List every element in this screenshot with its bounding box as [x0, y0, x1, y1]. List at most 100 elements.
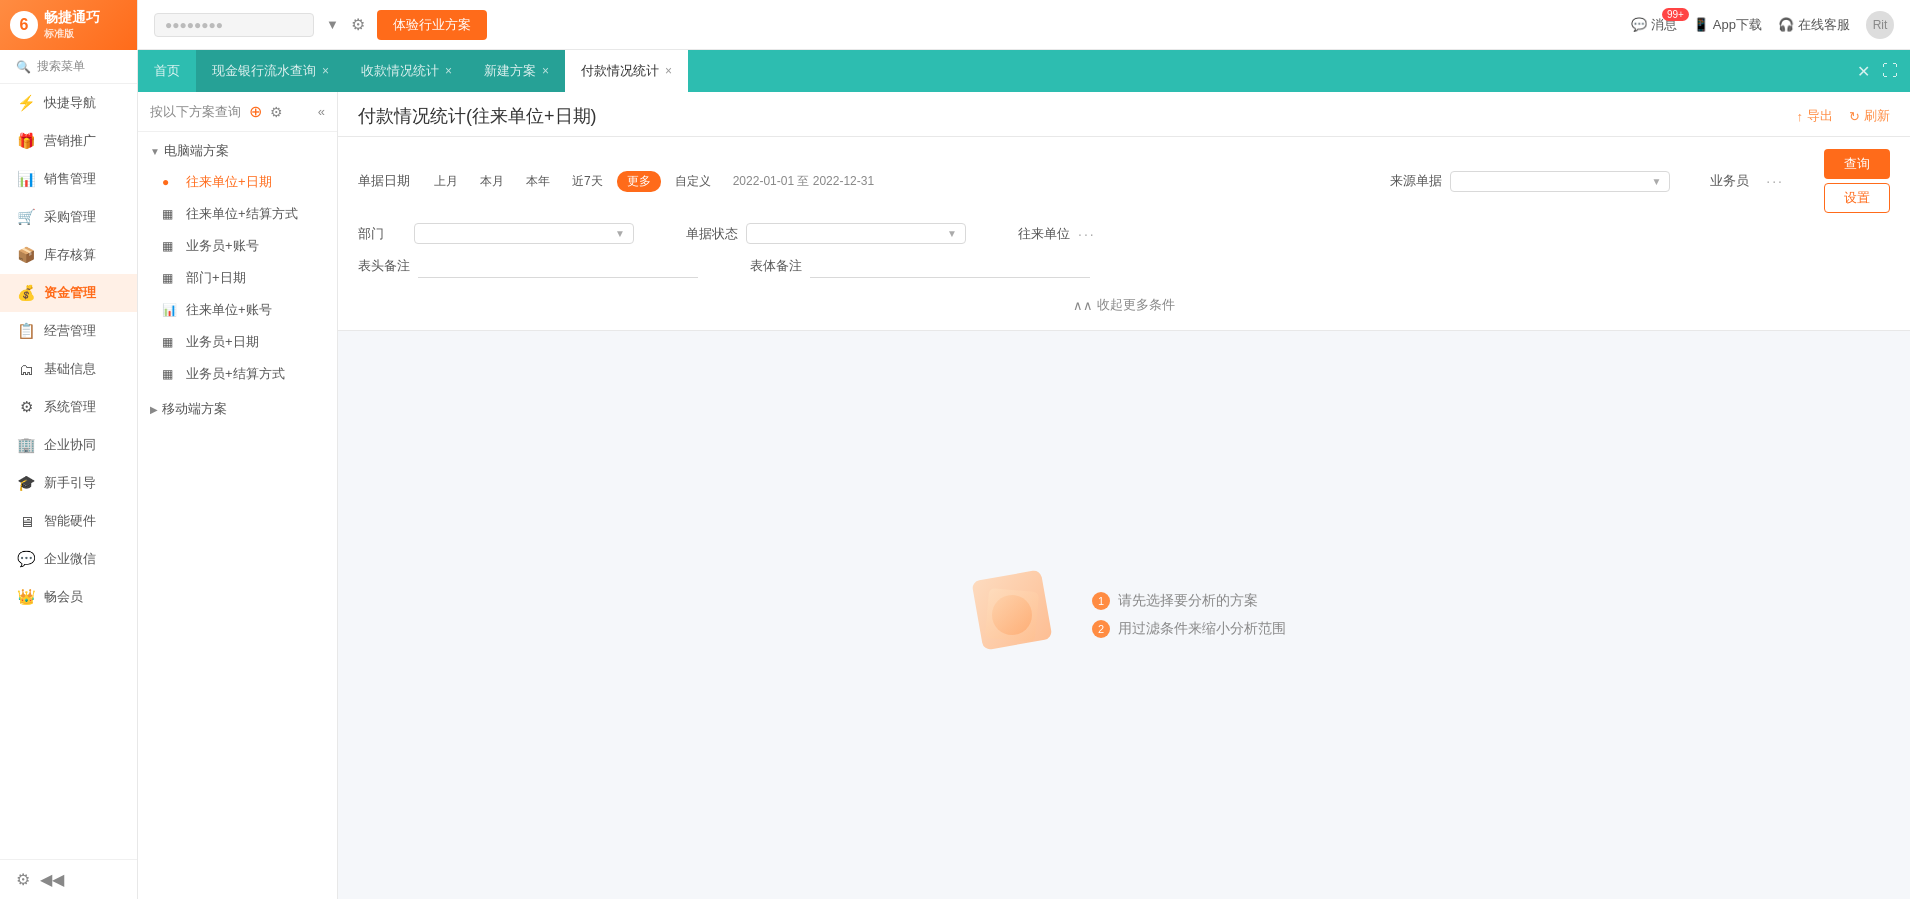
body-remark-input[interactable]: [810, 254, 1090, 278]
system-icon: ⚙: [16, 398, 36, 416]
date-range-display: 2022-01-01 至 2022-12-31: [733, 173, 874, 190]
date-pill-last-month[interactable]: 上月: [426, 171, 466, 192]
sidebar-item-sales[interactable]: 📊 销售管理: [0, 160, 137, 198]
app-download-button[interactable]: 📱 App下载: [1693, 16, 1762, 34]
service-button[interactable]: 🎧 在线客服: [1778, 16, 1850, 34]
sidebar-bottom: ⚙ ◀◀: [0, 859, 137, 899]
user-avatar[interactable]: Rit: [1866, 11, 1894, 39]
page-actions: ↑ 导出 ↻ 刷新: [1797, 107, 1891, 125]
date-pill-7days[interactable]: 近7天: [564, 171, 611, 192]
voucher-status-filter: 单据状态 ▼: [686, 223, 966, 244]
trial-button[interactable]: 体验行业方案: [377, 10, 487, 40]
tab-home[interactable]: 首页: [138, 50, 196, 92]
header-remark-input[interactable]: [418, 254, 698, 278]
tab-payment-stat-close[interactable]: ×: [445, 64, 452, 78]
sidebar-item-enterprise[interactable]: 🏢 企业协同: [0, 426, 137, 464]
dropdown-icon[interactable]: ▼: [326, 17, 339, 32]
refresh-button[interactable]: ↻ 刷新: [1849, 107, 1890, 125]
tab-new-schema-close[interactable]: ×: [542, 64, 549, 78]
sidebar-item-guide[interactable]: 🎓 新手引导: [0, 464, 137, 502]
search-label: 搜索菜单: [37, 58, 85, 75]
sidebar-item-inventory[interactable]: 📦 库存核算: [0, 236, 137, 274]
address-bar[interactable]: ●●●●●●●●: [154, 13, 314, 37]
schema-settings-icon[interactable]: ⚙: [270, 104, 283, 120]
tab-bank-flow[interactable]: 现金银行流水查询 ×: [196, 50, 345, 92]
tab-payment-stat-label: 收款情况统计: [361, 62, 439, 80]
member-icon: 👑: [16, 588, 36, 606]
inventory-icon: 📦: [16, 246, 36, 264]
operation-icon: 📋: [16, 322, 36, 340]
voucher-status-select[interactable]: ▼: [746, 223, 966, 244]
tab-pay-stat[interactable]: 付款情况统计 ×: [565, 50, 688, 92]
dept-select[interactable]: ▼: [414, 223, 634, 244]
date-pill-this-year[interactable]: 本年: [518, 171, 558, 192]
quick-nav-icon: ⚡: [16, 94, 36, 112]
sidebar-item-smart-hw[interactable]: 🖥 智能硬件: [0, 502, 137, 540]
sidebar-item-quick-nav[interactable]: ⚡ 快捷导航: [0, 84, 137, 122]
service-label: 在线客服: [1798, 16, 1850, 34]
tab-fullscreen-icon[interactable]: ⛶: [1882, 62, 1898, 80]
voucher-status-dropdown-icon: ▼: [947, 228, 957, 239]
panel-collapse-btn[interactable]: «: [318, 104, 325, 119]
filter-row-3: 表头备注 表体备注: [358, 254, 1890, 278]
settings-button[interactable]: 设置: [1824, 183, 1890, 213]
query-button[interactable]: 查询: [1824, 149, 1890, 179]
schema-item-unit-settle[interactable]: ▦ 往来单位+结算方式: [138, 198, 337, 230]
sidebar-item-capital[interactable]: 💰 资金管理: [0, 274, 137, 312]
page-title: 付款情况统计(往来单位+日期): [358, 104, 597, 128]
refresh-label: 刷新: [1864, 107, 1890, 125]
schema-item-label: 业务员+账号: [186, 237, 259, 255]
schema-item-staff-account[interactable]: ▦ 业务员+账号: [138, 230, 337, 262]
empty-tips: 1 请先选择要分析的方案 2 用过滤条件来缩小分析范围: [1092, 592, 1286, 638]
tab-close-all-icon[interactable]: ✕: [1857, 62, 1870, 81]
tab-bank-flow-label: 现金银行流水查询: [212, 62, 316, 80]
schema-item-icon: ▦: [162, 207, 180, 221]
schema-item-label: 业务员+结算方式: [186, 365, 285, 383]
schema-item-staff-date[interactable]: ▦ 业务员+日期: [138, 326, 337, 358]
tip-text-1: 请先选择要分析的方案: [1118, 592, 1258, 610]
date-pill-custom[interactable]: 自定义: [667, 171, 719, 192]
tab-pay-stat-close[interactable]: ×: [665, 64, 672, 78]
collapse-more-btn[interactable]: ∧∧ 收起更多条件: [358, 288, 1890, 318]
message-button[interactable]: 💬 消息 99+: [1631, 16, 1677, 34]
sidebar-item-label: 系统管理: [44, 398, 96, 416]
pc-schema-group-title[interactable]: ▼ 电脑端方案: [138, 136, 337, 166]
schema-item-unit-date[interactable]: ● 往来单位+日期: [138, 166, 337, 198]
tab-bank-flow-close[interactable]: ×: [322, 64, 329, 78]
schema-item-staff-settle[interactable]: ▦ 业务员+结算方式: [138, 358, 337, 390]
sidebar-item-system[interactable]: ⚙ 系统管理: [0, 388, 137, 426]
export-button[interactable]: ↑ 导出: [1797, 107, 1834, 125]
sidebar-item-marketing[interactable]: 🎁 营销推广: [0, 122, 137, 160]
sidebar-item-weichat[interactable]: 💬 企业微信: [0, 540, 137, 578]
panel-header: 按以下方案查询 ⊕ ⚙ «: [138, 92, 337, 132]
sidebar-item-operation[interactable]: 📋 经营管理: [0, 312, 137, 350]
schema-item-unit-account[interactable]: 📊 往来单位+账号: [138, 294, 337, 326]
topbar-gear-icon[interactable]: ⚙: [351, 15, 365, 34]
search-menu[interactable]: 🔍 搜索菜单: [0, 50, 137, 84]
tab-new-schema[interactable]: 新建方案 ×: [468, 50, 565, 92]
pc-group-label: 电脑端方案: [164, 142, 229, 160]
mobile-schema-title[interactable]: ▶ 移动端方案: [150, 400, 325, 418]
capital-icon: 💰: [16, 284, 36, 302]
settings-icon[interactable]: ⚙: [16, 870, 30, 889]
tabs-bar: 首页 现金银行流水查询 × 收款情况统计 × 新建方案 × 付款情况统计 × ✕…: [138, 50, 1910, 92]
tab-payment-stat[interactable]: 收款情况统计 ×: [345, 50, 468, 92]
salesperson-ellipsis[interactable]: ···: [1766, 173, 1784, 189]
add-schema-icon[interactable]: ⊕: [249, 102, 262, 121]
smart-hw-icon: 🖥: [16, 513, 36, 530]
filter-area: 单据日期 上月 本月 本年 近7天 更多 自定义 2022-01-01 至 20…: [338, 137, 1910, 331]
partner-ellipsis[interactable]: ···: [1078, 226, 1096, 242]
sidebar-item-basic-info[interactable]: 🗂 基础信息: [0, 350, 137, 388]
date-pill-more[interactable]: 更多: [617, 171, 661, 192]
sidebar-item-member[interactable]: 👑 畅会员: [0, 578, 137, 616]
message-icon: 💬: [1631, 17, 1647, 32]
schema-item-dept-date[interactable]: ▦ 部门+日期: [138, 262, 337, 294]
app-label: App下载: [1713, 16, 1762, 34]
date-pill-this-month[interactable]: 本月: [472, 171, 512, 192]
panel-header-label: 按以下方案查询: [150, 103, 241, 121]
sidebar-item-purchase[interactable]: 🛒 采购管理: [0, 198, 137, 236]
sidebar-collapse-icon[interactable]: ◀◀: [40, 870, 64, 889]
dept-dropdown-icon: ▼: [615, 228, 625, 239]
source-select[interactable]: ▼: [1450, 171, 1670, 192]
schema-item-label: 业务员+日期: [186, 333, 259, 351]
